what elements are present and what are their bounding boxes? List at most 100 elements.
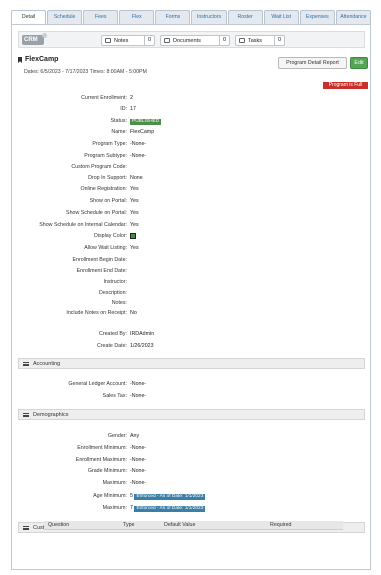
custom-form-table-header: Question Type Default Value Required [44,521,343,530]
detail-label: Enrollment Begin Date: [72,257,127,263]
notes-button[interactable]: Notes 0 [101,35,155,46]
tab-attendance[interactable]: Attendance [335,10,371,24]
documents-button[interactable]: Documents 0 [160,35,230,46]
tab-flex[interactable]: Flex [119,10,155,24]
detail-row-enrollment-begin: Enrollment Begin Date: [12,257,372,265]
tab-wait-list[interactable]: Wait List [263,10,299,24]
detail-value: Yes [130,186,139,192]
tasks-button[interactable]: Tasks 0 [235,35,285,46]
tab-instructors[interactable]: Instructors [191,10,227,24]
detail-label: Enrollment Maximum: [75,457,127,463]
program-detail-report-button[interactable]: Program Detail Report [278,57,347,69]
demographics-row-grade-min: Grade Minimum: -None- [12,468,372,476]
detail-row-status: Status: PUBLISHED [12,118,372,126]
tasks-label: Tasks [248,37,263,44]
detail-value: -None- [130,153,147,159]
detail-panel: CRM Notes 0 Documents 0 Tasks 0 FlexCamp… [11,24,371,570]
detail-label: ID: [120,106,127,112]
edit-button[interactable]: Edit [350,57,368,69]
detail-label: Sales Tax: [102,393,127,399]
accounting-row-sales-tax: Sales Tax: -None- [12,393,372,401]
bookmark-icon [18,57,22,63]
age-max-value-wrap: 7 Enforced - As of Date: 1/1/2023 [130,505,206,512]
program-dates: Dates: 6/5/2023 - 7/17/2023 Times: 8:00A… [24,69,147,75]
age-min-value-wrap: 5 Enforced - As of Date: 1/1/2023 [130,493,206,500]
tab-detail[interactable]: Detail [11,10,47,24]
notes-count: 0 [144,35,154,46]
detail-value: 17 [130,106,136,112]
detail-label: Include Notes on Receipt: [66,310,127,316]
accounting-section-header[interactable]: Accounting [18,358,365,369]
detail-value: Yes [130,245,139,251]
tasks-count: 0 [274,35,284,46]
demographics-row-age-min: Age Minimum: 5 Enforced - As of Date: 1/… [12,493,372,501]
detail-value: Any [130,433,140,439]
detail-row-program-type: Program Type: -None- [12,141,372,149]
crm-logo: CRM [22,33,47,45]
detail-row-show-schedule-calendar: Show Schedule on Internal Calendar: Yes [12,222,372,230]
tab-expenses[interactable]: Expenses [299,10,335,24]
detail-label: Instructor: [103,279,127,285]
demographics-row-enrollment-max: Enrollment Maximum: -None- [12,457,372,465]
enforced-badge: Enforced - As of Date: 1/1/2023 [134,494,206,500]
detail-value: Yes [130,210,139,216]
detail-label: Name: [111,129,127,135]
detail-value: -None- [130,381,147,387]
detail-label: Created By: [99,331,127,337]
detail-label: Gender: [107,433,127,439]
detail-label: Online Registration: [80,186,127,192]
detail-row-include-notes-receipt: Include Notes on Receipt: No [12,310,372,318]
detail-label: Age Minimum: [93,493,127,499]
detail-label: Display Color: [94,233,127,239]
documents-count: 0 [219,35,229,46]
column-header-question[interactable]: Question [48,522,69,528]
detail-value: Yes [130,198,139,204]
detail-row-instructor: Instructor: [12,279,372,287]
accounting-row-gl-account: General Ledger Account: -None- [12,381,372,389]
detail-label: Description: [99,290,127,296]
status-value-wrap: PUBLISHED [130,118,162,125]
detail-label: Enrollment Minimum: [77,445,127,451]
tab-forms[interactable]: Forms [155,10,191,24]
column-header-required[interactable]: Required [270,522,292,528]
program-name: FlexCamp [25,56,59,63]
detail-row-current-enrollment: Current Enrollment: 2 [12,95,372,103]
detail-label: Program Subtype: [84,153,127,159]
status-badge: PUBLISHED [130,119,162,125]
demographics-row-enrollment-min: Enrollment Minimum: -None- [12,445,372,453]
tasks-icon [239,38,245,43]
detail-label: Show Schedule on Portal: [66,210,127,216]
column-header-type[interactable]: Type [123,522,134,528]
detail-row-show-on-portal: Show on Portal: Yes [12,198,372,206]
detail-value: Yes [130,222,139,228]
crm-toolbar: CRM Notes 0 Documents 0 Tasks 0 [18,31,365,48]
tab-schedule[interactable]: Schedule [47,10,83,24]
demographics-row-gender: Gender: Any [12,433,372,441]
detail-row-created-by: Created By: IRDAdmin [12,331,372,339]
tab-bar: Detail Schedule Fees Flex Forms Instruct… [11,10,371,24]
enforced-badge: Enforced - As of Date: 1/1/2023 [134,506,206,512]
detail-row-name: Name: FlexCamp [12,129,372,137]
section-title: Demographics [33,412,69,418]
detail-row-program-subtype: Program Subtype: -None- [12,153,372,161]
detail-value: -None- [130,445,147,451]
detail-value: 5 [130,493,133,499]
detail-row-display-color: Display Color: [12,233,372,241]
detail-label: Status: [110,118,128,124]
detail-value: -None- [130,457,147,463]
tab-fees[interactable]: Fees [83,10,119,24]
detail-row-id: ID: 17 [12,106,372,114]
crm-logo-text: CRM [24,37,38,43]
detail-label: Create Date: [96,343,127,349]
tab-roster[interactable]: Roster [227,10,263,24]
detail-value: -None- [130,141,147,147]
detail-label: Maximum: [102,480,127,486]
detail-row-custom-program-code: Custom Program Code: [12,164,372,172]
detail-label: General Ledger Account: [68,381,127,387]
crm-plus-icon [42,33,47,38]
column-header-default-value[interactable]: Default Value [164,522,195,528]
detail-label: Drop In Support: [88,175,127,181]
detail-label: Show Schedule on Internal Calendar: [39,222,127,228]
demographics-section-header[interactable]: Demographics [18,409,365,420]
detail-value: IRDAdmin [130,331,155,337]
